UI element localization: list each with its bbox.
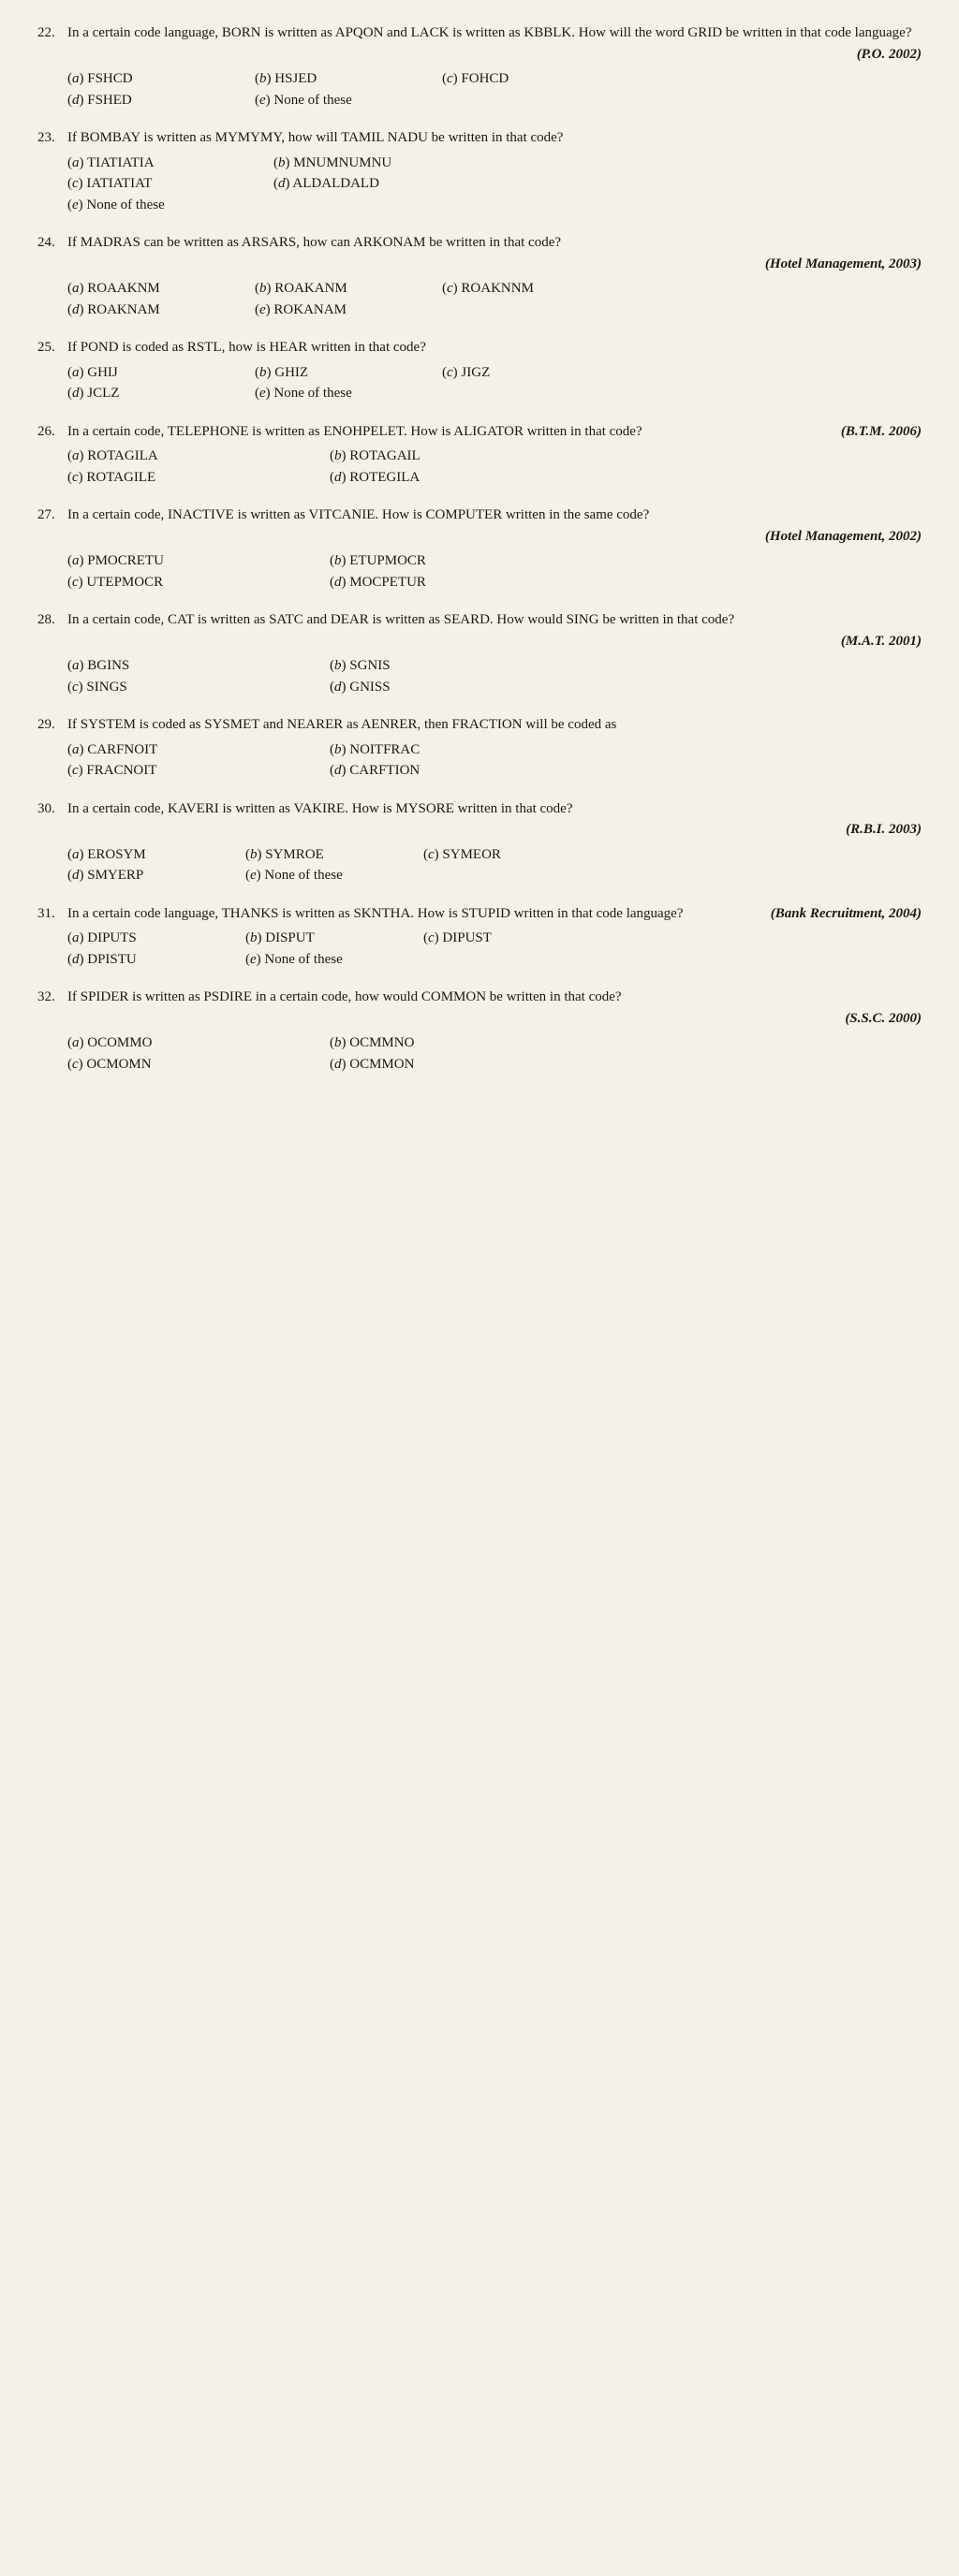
q31-number: 31.	[37, 903, 67, 925]
q25-opt-b: (b) GHIZ	[255, 362, 442, 384]
q32-opt-a: (a) OCOMMO	[67, 1032, 330, 1054]
q28-number: 28.	[37, 609, 67, 651]
q31-opt-a: (a) DIPUTS	[67, 928, 245, 949]
q29-opt-b: (b) NOITFRAC	[330, 739, 592, 761]
q25-opt-c: (c) JIGZ	[442, 362, 629, 384]
q25-opt-e: (e) None of these	[255, 383, 442, 404]
q23-opt-e: (e) None of these	[67, 195, 165, 216]
q23-opt-a: (a) TIATIATIA	[67, 153, 273, 174]
q31-opt-d: (d) DPISTU	[67, 949, 245, 971]
q23-opt-c: (c) IATIATIAT	[67, 173, 273, 195]
q24-opt-a: (a) ROAAKNM	[67, 278, 255, 300]
question-22: 22. In a certain code language, BORN is …	[37, 22, 922, 110]
question-23: 23. If BOMBAY is written as MYMYMY, how …	[37, 127, 922, 215]
q30-opt-b: (b) SYMROE	[245, 844, 423, 866]
q22-opt-e: (e) None of these	[255, 90, 442, 111]
q22-opt-b: (b) HSJED	[255, 68, 442, 90]
q28-text: In a certain code, CAT is written as SAT…	[67, 609, 922, 651]
q30-number: 30.	[37, 798, 67, 841]
q24-opt-d: (d) ROAKNAM	[67, 300, 255, 321]
q26-opt-d: (d) ROTEGILA	[330, 467, 592, 489]
question-28: 28. In a certain code, CAT is written as…	[37, 609, 922, 697]
q22-opt-a: (a) FSHCD	[67, 68, 255, 90]
q28-source: (M.A.T. 2001)	[67, 631, 922, 652]
q28-opt-c: (c) SINGS	[67, 677, 330, 698]
q26-number: 26.	[37, 421, 67, 443]
q28-opt-a: (a) BGINS	[67, 655, 330, 677]
q24-number: 24.	[37, 232, 67, 274]
q32-opt-d: (d) OCMMON	[330, 1054, 592, 1076]
q25-opt-a: (a) GHIJ	[67, 362, 255, 384]
q32-number: 32.	[37, 987, 67, 1029]
q24-opt-b: (b) ROAKANM	[255, 278, 442, 300]
q32-opt-b: (b) OCMMNO	[330, 1032, 592, 1054]
question-31: 31. In a certain code language, THANKS i…	[37, 903, 922, 971]
q31-text: In a certain code language, THANKS is wr…	[67, 903, 922, 925]
q22-opt-d: (d) FSHED	[67, 90, 255, 111]
question-32: 32. If SPIDER is written as PSDIRE in a …	[37, 987, 922, 1075]
question-25: 25. If POND is coded as RSTL, how is HEA…	[37, 337, 922, 404]
q29-text: If SYSTEM is coded as SYSMET and NEARER …	[67, 714, 922, 736]
q22-text: In a certain code language, BORN is writ…	[67, 22, 922, 65]
q28-opt-b: (b) SGNIS	[330, 655, 592, 677]
q23-opt-b: (b) MNUMNUMNU	[273, 153, 480, 174]
q30-opt-c: (c) SYMEOR	[423, 844, 601, 866]
q32-source: (S.S.C. 2000)	[67, 1008, 922, 1030]
q27-opt-d: (d) MOCPETUR	[330, 572, 592, 593]
q31-opt-e: (e) None of these	[245, 949, 423, 971]
q26-text: In a certain code, TELEPHONE is written …	[67, 421, 922, 443]
q24-text: If MADRAS can be written as ARSARS, how …	[67, 232, 922, 274]
q22-opt-c: (c) FOHCD	[442, 68, 629, 90]
q29-number: 29.	[37, 714, 67, 736]
q29-opt-a: (a) CARFNOIT	[67, 739, 330, 761]
q23-opt-d: (d) ALDALDALD	[273, 173, 480, 195]
q25-number: 25.	[37, 337, 67, 359]
q26-source: (B.T.M. 2006)	[841, 421, 922, 443]
q30-opt-a: (a) EROSYM	[67, 844, 245, 866]
q29-opt-c: (c) FRACNOIT	[67, 760, 330, 782]
q30-text: In a certain code, KAVERI is written as …	[67, 798, 922, 841]
question-26: 26. In a certain code, TELEPHONE is writ…	[37, 421, 922, 489]
q30-source: (R.B.I. 2003)	[67, 819, 922, 841]
q25-opt-d: (d) JCLZ	[67, 383, 255, 404]
q27-text: In a certain code, INACTIVE is written a…	[67, 505, 922, 547]
q27-opt-b: (b) ETUPMOCR	[330, 550, 592, 572]
q32-opt-c: (c) OCMOMN	[67, 1054, 330, 1076]
q26-opt-c: (c) ROTAGILE	[67, 467, 330, 489]
q23-number: 23.	[37, 127, 67, 149]
q31-source: (Bank Recruitment, 2004)	[771, 903, 922, 925]
q28-opt-d: (d) GNISS	[330, 677, 592, 698]
q26-opt-a: (a) ROTAGILA	[67, 446, 330, 467]
q31-opt-c: (c) DIPUST	[423, 928, 601, 949]
q27-opt-a: (a) PMOCRETU	[67, 550, 330, 572]
q24-opt-e: (e) ROKANAM	[255, 300, 442, 321]
q22-source: (P.O. 2002)	[67, 44, 922, 66]
question-29: 29. If SYSTEM is coded as SYSMET and NEA…	[37, 714, 922, 782]
question-24: 24. If MADRAS can be written as ARSARS, …	[37, 232, 922, 320]
q27-number: 27.	[37, 505, 67, 547]
q26-opt-b: (b) ROTAGAIL	[330, 446, 592, 467]
q24-opt-c: (c) ROAKNNM	[442, 278, 629, 300]
question-27: 27. In a certain code, INACTIVE is writt…	[37, 505, 922, 593]
q27-source: (Hotel Management, 2002)	[67, 526, 922, 548]
q24-source: (Hotel Management, 2003)	[67, 254, 922, 275]
q22-number: 22.	[37, 22, 67, 65]
q30-opt-d: (d) SMYERP	[67, 865, 245, 886]
q23-text: If BOMBAY is written as MYMYMY, how will…	[67, 127, 922, 149]
q31-opt-b: (b) DISPUT	[245, 928, 423, 949]
q25-text: If POND is coded as RSTL, how is HEAR wr…	[67, 337, 922, 359]
question-30: 30. In a certain code, KAVERI is written…	[37, 798, 922, 886]
q27-opt-c: (c) UTEPMOCR	[67, 572, 330, 593]
q29-opt-d: (d) CARFTION	[330, 760, 592, 782]
q32-text: If SPIDER is written as PSDIRE in a cert…	[67, 987, 922, 1029]
q30-opt-e: (e) None of these	[245, 865, 423, 886]
